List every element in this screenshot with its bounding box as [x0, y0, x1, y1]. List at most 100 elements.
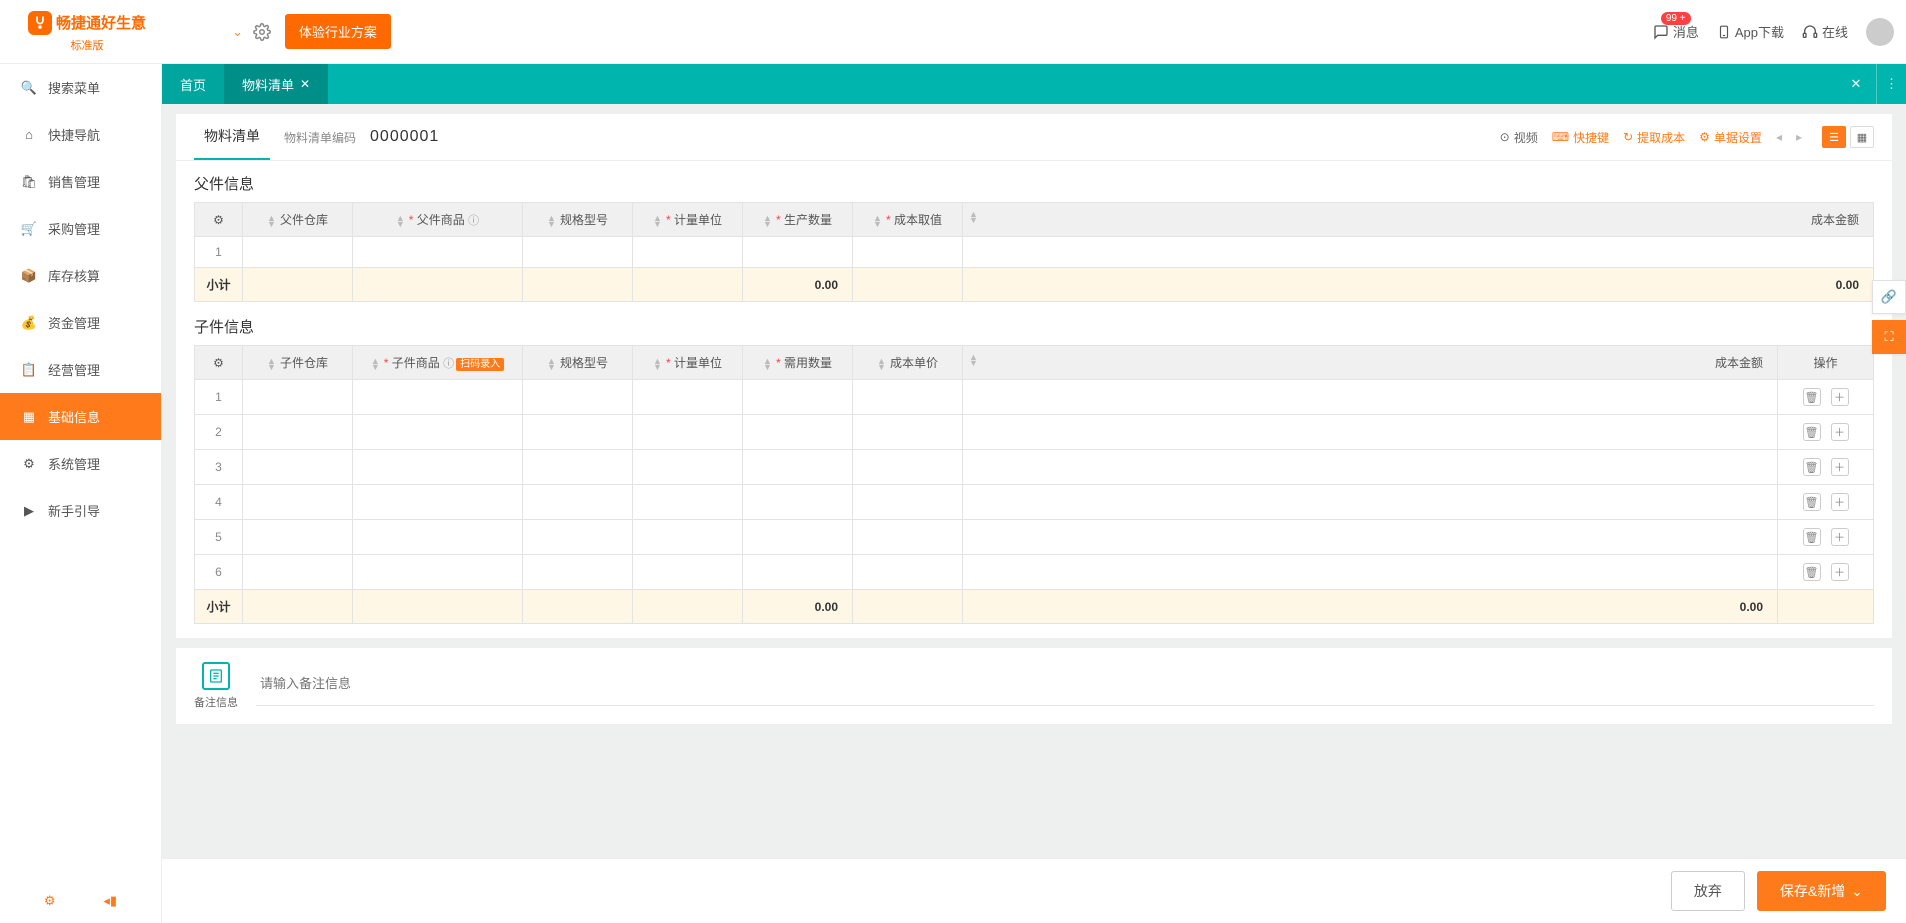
child-table: ⚙ ▲▼子件仓库 ▲▼* 子件商品 ⓘ扫码录入 ▲▼规格型号 ▲▼* 计量单位 … — [194, 345, 1874, 624]
page-title-tab: 物料清单 — [194, 114, 270, 160]
sort-icon: ▲▼ — [877, 358, 886, 370]
parent-row[interactable]: 1 — [195, 237, 1874, 268]
video-link[interactable]: ⊙视频 — [1500, 129, 1538, 146]
sort-icon: ▲▼ — [653, 215, 662, 227]
add-row-icon[interactable]: ＋ — [1831, 528, 1849, 546]
money-icon: 💰 — [20, 315, 38, 331]
sidebar-item-sales[interactable]: 🛍销售管理 — [0, 158, 161, 205]
child-col-spec[interactable]: ▲▼规格型号 — [523, 346, 633, 380]
doc-icon: ▦ — [20, 409, 38, 425]
sidebar-item-guide[interactable]: ▶新手引导 — [0, 487, 161, 534]
sidebar-collapse-icon[interactable]: ◂▮ — [103, 893, 117, 909]
brand-edition: 标准版 — [71, 37, 104, 53]
child-row[interactable]: 6🗑＋ — [195, 555, 1874, 590]
online-support-link[interactable]: 在线 — [1802, 22, 1848, 41]
view-grid-button[interactable]: ▦ — [1850, 126, 1874, 148]
sidebar-settings-icon[interactable]: ⚙ — [44, 893, 56, 909]
org-settings-icon[interactable] — [253, 23, 271, 41]
tab-home[interactable]: 首页 — [162, 64, 224, 104]
parent-table: ⚙ ▲▼父件仓库 ▲▼* 父件商品 ⓘ ▲▼规格型号 ▲▼* 计量单位 ▲▼* … — [194, 202, 1874, 302]
add-row-icon[interactable]: ＋ — [1831, 493, 1849, 511]
sidebar-item-inventory[interactable]: 📦库存核算 — [0, 252, 161, 299]
parent-col-unit[interactable]: ▲▼* 计量单位 — [633, 203, 743, 237]
parent-col-amount[interactable]: ▲▼成本金额 — [963, 203, 1874, 237]
parent-col-qty[interactable]: ▲▼* 生产数量 — [743, 203, 853, 237]
messages-link[interactable]: 99 + 消息 — [1653, 22, 1699, 41]
fullscreen-tab[interactable]: ⛶ — [1872, 320, 1906, 354]
child-col-qty[interactable]: ▲▼* 需用数量 — [743, 346, 853, 380]
child-col-product[interactable]: ▲▼* 子件商品 ⓘ扫码录入 — [353, 346, 523, 380]
doc-settings-link[interactable]: ⚙单据设置 — [1699, 129, 1762, 146]
parent-gear-header[interactable]: ⚙ — [195, 203, 243, 237]
close-tab-icon[interactable]: ✕ — [300, 77, 310, 91]
home-icon: ⌂ — [20, 127, 38, 142]
box-icon: 📦 — [20, 268, 38, 284]
expand-tabs-icon[interactable]: ⋮ — [1876, 64, 1906, 104]
headset-icon — [1802, 24, 1818, 40]
delete-row-icon[interactable]: 🗑 — [1803, 423, 1821, 441]
extract-cost-link[interactable]: ↻提取成本 — [1623, 129, 1685, 146]
sidebar-item-basicinfo[interactable]: ▦基础信息 — [0, 393, 161, 440]
bag-icon: 🛍 — [20, 174, 38, 190]
child-row[interactable]: 5🗑＋ — [195, 520, 1874, 555]
abandon-button[interactable]: 放弃 — [1671, 871, 1745, 911]
play-circle-icon: ⊙ — [1500, 130, 1510, 144]
sidebar-item-search[interactable]: 🔍搜索菜单 — [0, 64, 161, 111]
add-row-icon[interactable]: ＋ — [1831, 423, 1849, 441]
code-label: 物料清单编码 — [284, 129, 356, 146]
close-all-tabs-icon[interactable]: ✕ — [1836, 64, 1876, 104]
child-row[interactable]: 3🗑＋ — [195, 450, 1874, 485]
search-icon: 🔍 — [20, 80, 38, 96]
logo-icon — [28, 11, 52, 35]
add-row-icon[interactable]: ＋ — [1831, 563, 1849, 581]
sidebar-item-system[interactable]: ⚙系统管理 — [0, 440, 161, 487]
next-doc-icon[interactable]: ▸ — [1796, 130, 1802, 144]
child-row[interactable]: 2🗑＋ — [195, 415, 1874, 450]
view-list-button[interactable]: ☰ — [1822, 126, 1846, 148]
child-col-ops: 操作 — [1778, 346, 1874, 380]
tab-bom[interactable]: 物料清单 ✕ — [224, 64, 328, 104]
attachment-tab[interactable]: 🔗 — [1872, 280, 1906, 314]
add-row-icon[interactable]: ＋ — [1831, 458, 1849, 476]
save-new-button[interactable]: 保存&新增 ⌄ — [1757, 871, 1886, 911]
parent-col-spec[interactable]: ▲▼规格型号 — [523, 203, 633, 237]
app-download-link[interactable]: App下载 — [1717, 22, 1784, 41]
sort-icon: ▲▼ — [969, 354, 978, 366]
parent-col-product[interactable]: ▲▼* 父件商品 ⓘ — [353, 203, 523, 237]
clipboard-icon: 📋 — [20, 362, 38, 378]
child-row[interactable]: 1🗑＋ — [195, 380, 1874, 415]
chevron-down-icon: ⌄ — [1851, 883, 1863, 900]
child-col-amount[interactable]: ▲▼成本金额 — [963, 346, 1778, 380]
child-subtotal-row: 小计 0.00 0.00 — [195, 590, 1874, 624]
sidebar-item-funds[interactable]: 💰资金管理 — [0, 299, 161, 346]
sort-icon: ▲▼ — [547, 215, 556, 227]
shortcut-link[interactable]: ⌨快捷键 — [1552, 129, 1609, 146]
child-col-warehouse[interactable]: ▲▼子件仓库 — [243, 346, 353, 380]
sidebar-item-purchase[interactable]: 🛒采购管理 — [0, 205, 161, 252]
chat-icon — [1653, 24, 1669, 40]
trial-cta-button[interactable]: 体验行业方案 — [285, 14, 391, 49]
remarks-input[interactable] — [256, 662, 1874, 706]
child-col-unitcost[interactable]: ▲▼成本单价 — [853, 346, 963, 380]
sidebar-item-quicknav[interactable]: ⌂快捷导航 — [0, 111, 161, 158]
notes-icon — [202, 662, 230, 690]
child-gear-header[interactable]: ⚙ — [195, 346, 243, 380]
org-selector[interactable]: ⌄ — [192, 24, 243, 40]
footer-bar: 放弃 保存&新增 ⌄ — [162, 858, 1906, 923]
user-avatar[interactable] — [1866, 18, 1894, 46]
child-col-unit[interactable]: ▲▼* 计量单位 — [633, 346, 743, 380]
delete-row-icon[interactable]: 🗑 — [1803, 458, 1821, 476]
child-row[interactable]: 4🗑＋ — [195, 485, 1874, 520]
delete-row-icon[interactable]: 🗑 — [1803, 493, 1821, 511]
scan-badge[interactable]: 扫码录入 — [456, 358, 504, 371]
parent-col-warehouse[interactable]: ▲▼父件仓库 — [243, 203, 353, 237]
add-row-icon[interactable]: ＋ — [1831, 388, 1849, 406]
delete-row-icon[interactable]: 🗑 — [1803, 528, 1821, 546]
delete-row-icon[interactable]: 🗑 — [1803, 388, 1821, 406]
sidebar-item-operations[interactable]: 📋经营管理 — [0, 346, 161, 393]
delete-row-icon[interactable]: 🗑 — [1803, 563, 1821, 581]
remarks-panel: 备注信息 — [176, 648, 1892, 724]
parent-col-costmethod[interactable]: ▲▼* 成本取值 — [853, 203, 963, 237]
prev-doc-icon[interactable]: ◂ — [1776, 130, 1782, 144]
floating-tabs: 🔗 ⛶ — [1872, 280, 1906, 354]
